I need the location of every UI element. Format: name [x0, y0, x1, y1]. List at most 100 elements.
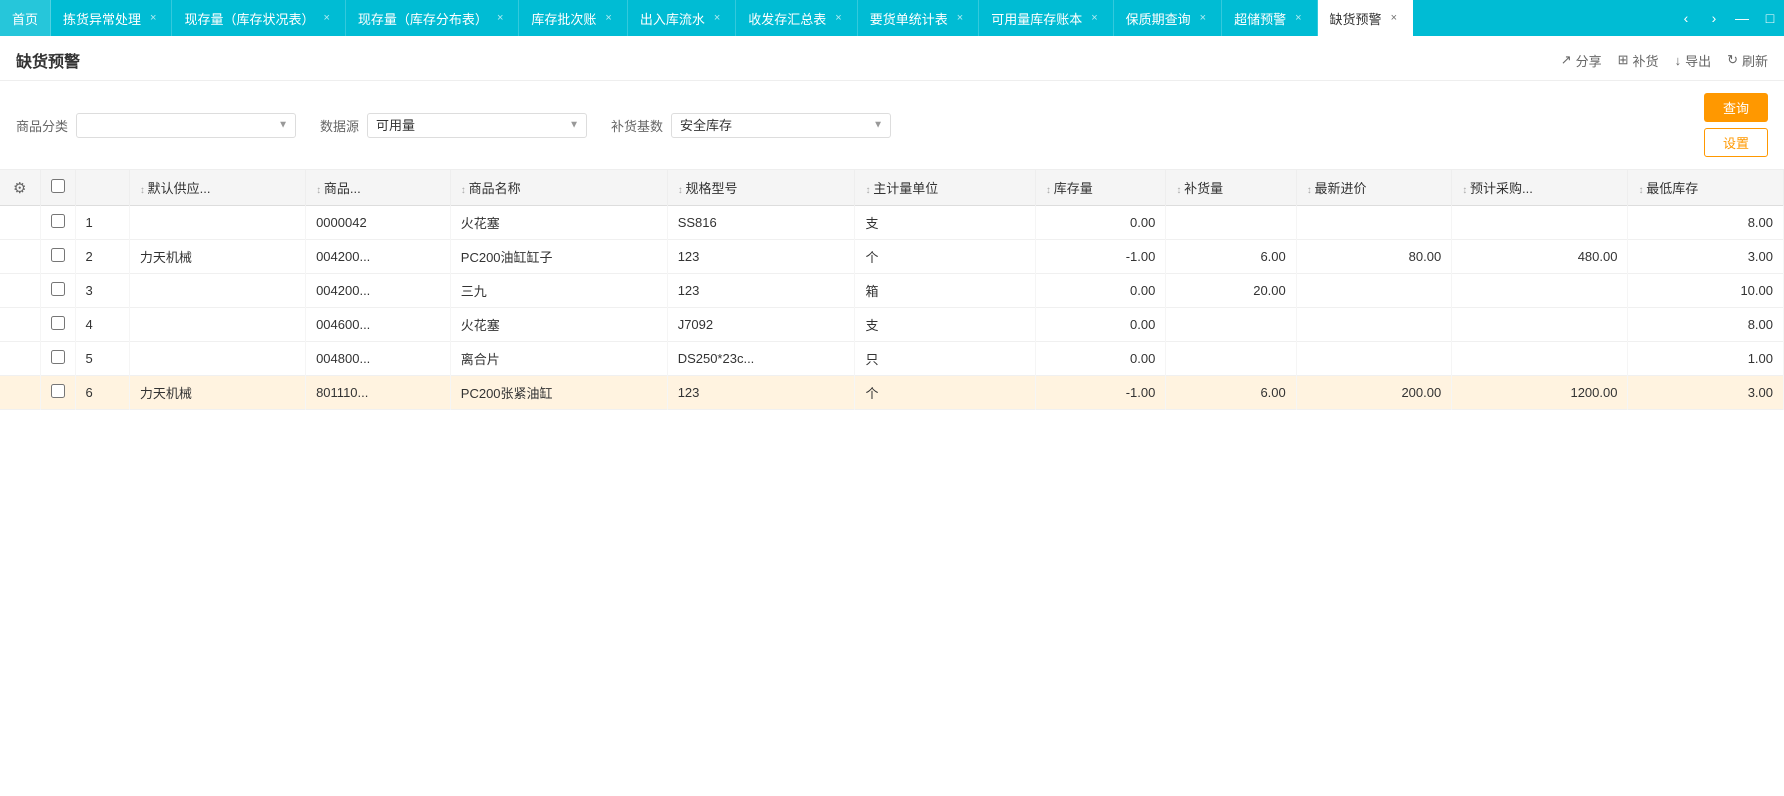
window-maximize[interactable]: □ [1756, 0, 1784, 36]
tab-order-stats[interactable]: 要货单统计表 × [858, 0, 979, 36]
tab-inout-flow-close[interactable]: × [711, 11, 723, 25]
tab-scroll-left[interactable]: ‹ [1672, 0, 1700, 36]
column-header-est-purchase[interactable]: 预计采购... [1452, 170, 1628, 206]
tab-shortage[interactable]: 缺货预警 × [1318, 0, 1413, 36]
tab-inventory-status[interactable]: 现存量（库存状况表） × [172, 0, 345, 36]
row-product-code: 004200... [306, 274, 451, 308]
row-unit: 只 [855, 342, 1035, 376]
tab-shortage-label: 缺货预警 [1330, 9, 1382, 28]
tab-batch-account-close[interactable]: × [602, 11, 614, 25]
tab-abnormal-close[interactable]: × [147, 11, 159, 25]
row-product-name: 三九 [450, 274, 667, 308]
tab-available-ledger-close[interactable]: × [1088, 11, 1100, 25]
tab-inventory-dist-close[interactable]: × [494, 11, 506, 25]
tab-recv-summary[interactable]: 收发存汇总表 × [736, 0, 857, 36]
gear-icon[interactable]: ⚙ [13, 179, 26, 197]
tab-scroll-right[interactable]: › [1700, 0, 1728, 36]
column-header-product-name[interactable]: 商品名称 [450, 170, 667, 206]
tab-inventory-dist[interactable]: 现存量（库存分布表） × [346, 0, 519, 36]
tab-available-ledger[interactable]: 可用量库存账本 × [979, 0, 1113, 36]
row-spec: J7092 [667, 308, 855, 342]
tab-overstock[interactable]: 超储预警 × [1222, 0, 1317, 36]
column-header-unit[interactable]: 主计量单位 [855, 170, 1035, 206]
tab-order-stats-label: 要货单统计表 [870, 9, 948, 28]
tab-expiry-query-close[interactable]: × [1197, 11, 1209, 25]
filter-area: 商品分类 数据源 可用量 补货基数 安全库存 查询 [0, 81, 1784, 170]
row-checkbox-2[interactable] [51, 282, 65, 296]
column-header-spec[interactable]: 规格型号 [667, 170, 855, 206]
tab-recv-summary-close[interactable]: × [832, 11, 844, 25]
row-num: 1 [75, 206, 129, 240]
row-checkbox-0[interactable] [51, 214, 65, 228]
column-header-stock-qty[interactable]: 库存量 [1035, 170, 1165, 206]
page-header: 缺货预警 ↗ 分享 ⊞ 补货 ↓ 导出 ↻ 刷新 [0, 36, 1784, 81]
datasource-select[interactable]: 可用量 [367, 113, 587, 138]
select-all-checkbox[interactable] [51, 179, 65, 193]
row-settings-cell [0, 274, 40, 308]
row-settings-cell [0, 206, 40, 240]
row-product-code: 004200... [306, 240, 451, 274]
row-num: 3 [75, 274, 129, 308]
column-header-latest-price[interactable]: 最新进价 [1296, 170, 1451, 206]
tab-home[interactable]: 首页 [0, 0, 51, 36]
row-est-purchase [1452, 274, 1628, 308]
tab-shortage-close[interactable]: × [1388, 11, 1400, 25]
data-table: ⚙ 默认供应... 商品... 商品名称 [0, 170, 1784, 410]
row-settings-cell [0, 308, 40, 342]
tab-overstock-close[interactable]: × [1292, 11, 1304, 25]
row-checkbox-5[interactable] [51, 384, 65, 398]
column-header-default-supplier[interactable]: 默认供应... [129, 170, 305, 206]
window-minimize[interactable]: — [1728, 0, 1756, 36]
category-filter-label: 商品分类 [16, 116, 68, 135]
query-button[interactable]: 查询 [1704, 93, 1768, 122]
tab-abnormal[interactable]: 拣货异常处理 × [51, 0, 172, 36]
row-est-purchase [1452, 206, 1628, 240]
row-replenish-qty: 6.00 [1166, 240, 1296, 274]
row-checkbox-4[interactable] [51, 350, 65, 364]
tab-inout-flow[interactable]: 出入库流水 × [628, 0, 736, 36]
settings-button[interactable]: 设置 [1704, 128, 1768, 157]
category-select[interactable] [76, 113, 296, 138]
row-checkbox-cell[interactable] [40, 274, 75, 308]
datasource-filter-label: 数据源 [320, 116, 359, 135]
filter-actions: 查询 设置 [1704, 93, 1768, 157]
table-row: 1 0000042 火花塞 SS816 支 0.00 8.00 [0, 206, 1784, 240]
row-checkbox-cell[interactable] [40, 308, 75, 342]
column-header-settings[interactable]: ⚙ [0, 170, 40, 206]
row-product-name: 火花塞 [450, 206, 667, 240]
row-checkbox-cell[interactable] [40, 376, 75, 410]
row-num: 6 [75, 376, 129, 410]
row-min-stock: 3.00 [1628, 376, 1784, 410]
column-header-checkbox[interactable] [40, 170, 75, 206]
row-checkbox-1[interactable] [51, 248, 65, 262]
column-header-product-code[interactable]: 商品... [306, 170, 451, 206]
replenish-base-select[interactable]: 安全库存 [671, 113, 891, 138]
export-button[interactable]: ↓ 导出 [1675, 51, 1712, 70]
tab-expiry-query[interactable]: 保质期查询 × [1114, 0, 1222, 36]
column-header-min-stock[interactable]: 最低库存 [1628, 170, 1784, 206]
refresh-button[interactable]: ↻ 刷新 [1727, 51, 1768, 70]
row-min-stock: 10.00 [1628, 274, 1784, 308]
tab-batch-account[interactable]: 库存批次账 × [519, 0, 627, 36]
row-checkbox-cell[interactable] [40, 342, 75, 376]
row-unit: 个 [855, 240, 1035, 274]
row-product-name: 离合片 [450, 342, 667, 376]
table-row: 4 004600... 火花塞 J7092 支 0.00 8.00 [0, 308, 1784, 342]
row-settings-cell [0, 240, 40, 274]
row-replenish-qty [1166, 206, 1296, 240]
row-stock-qty: 0.00 [1035, 206, 1165, 240]
row-product-name: 火花塞 [450, 308, 667, 342]
column-header-replenish-qty[interactable]: 补货量 [1166, 170, 1296, 206]
row-checkbox-3[interactable] [51, 316, 65, 330]
row-replenish-qty [1166, 342, 1296, 376]
row-latest-price [1296, 308, 1451, 342]
row-checkbox-cell[interactable] [40, 240, 75, 274]
replenish-base-select-wrapper: 安全库存 [671, 113, 891, 138]
row-stock-qty: -1.00 [1035, 240, 1165, 274]
tab-inventory-status-close[interactable]: × [320, 11, 332, 25]
tab-order-stats-close[interactable]: × [954, 11, 966, 25]
row-stock-qty: 0.00 [1035, 342, 1165, 376]
row-checkbox-cell[interactable] [40, 206, 75, 240]
share-button[interactable]: ↗ 分享 [1561, 51, 1602, 70]
replenish-button[interactable]: ⊞ 补货 [1618, 51, 1659, 70]
